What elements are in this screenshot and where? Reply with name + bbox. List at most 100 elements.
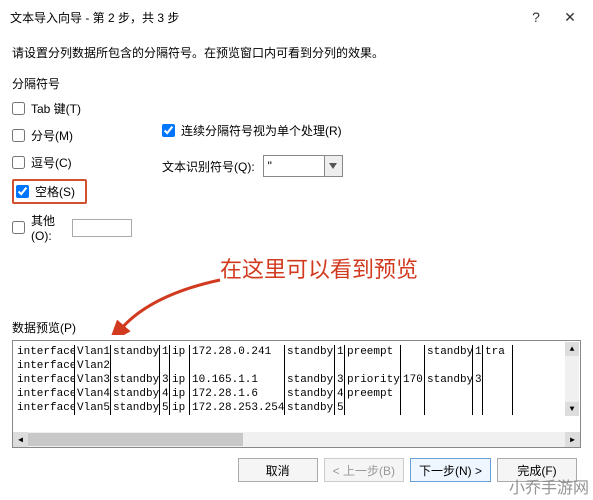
preview-cell: 1: [160, 345, 170, 359]
preview-cell: [111, 359, 160, 373]
delimiters-group: 分隔符号 Tab 键(T) 分号(M) 逗号(C): [12, 75, 581, 245]
preview-cell: 4: [160, 387, 170, 401]
qualifier-combo[interactable]: [263, 155, 343, 177]
preview-cell: interface: [15, 401, 75, 415]
scroll-left-icon[interactable]: ◀: [13, 432, 28, 447]
window-title: 文本导入向导 - 第 2 步，共 3 步: [10, 9, 179, 26]
scroll-down-icon[interactable]: ▼: [565, 402, 579, 416]
finish-button[interactable]: 完成(F): [497, 458, 577, 482]
preview-cell: [345, 359, 401, 373]
preview-cell: standby: [425, 345, 473, 359]
semicolon-label: 分号(M): [31, 127, 73, 144]
preview-cell: Vlan2: [75, 359, 111, 373]
preview-cell: 172.28.0.241: [190, 345, 285, 359]
preview-cell: [345, 401, 401, 415]
preview-cell: [473, 401, 483, 415]
comma-label: 逗号(C): [31, 154, 72, 171]
preview-cell: standby: [111, 401, 160, 415]
other-checkbox-row[interactable]: 其他(O):: [12, 210, 132, 245]
next-button[interactable]: 下一步(N) >: [410, 458, 491, 482]
back-button[interactable]: < 上一步(B): [324, 458, 404, 482]
preview-cell: 170: [401, 373, 425, 387]
close-button[interactable]: ✕: [553, 6, 587, 28]
comma-checkbox-row[interactable]: 逗号(C): [12, 152, 132, 173]
qualifier-input[interactable]: [264, 156, 324, 176]
preview-cell: [483, 373, 513, 387]
space-checkbox-row[interactable]: 空格(S): [12, 179, 87, 204]
preview-cell: [483, 387, 513, 401]
preview-row: interfaceVlan1standby1ip172.28.0.241stan…: [15, 345, 578, 359]
preview-cell: ip: [170, 387, 190, 401]
preview-cell: 3: [335, 373, 345, 387]
hscroll-track[interactable]: [28, 432, 565, 447]
preview-cell: [170, 359, 190, 373]
preview-cell: standby: [285, 401, 335, 415]
comma-checkbox[interactable]: [12, 156, 25, 169]
help-button[interactable]: ?: [519, 6, 553, 28]
chevron-down-icon[interactable]: [324, 156, 342, 176]
consecutive-checkbox-row[interactable]: 连续分隔符号视为单个处理(R): [162, 120, 343, 141]
preview-row: interfaceVlan3standby3ip10.165.1.1standb…: [15, 373, 578, 387]
horizontal-scrollbar[interactable]: ◀ ▶: [13, 432, 580, 447]
preview-cell: standby: [425, 373, 473, 387]
delimiters-heading: 分隔符号: [12, 75, 581, 92]
preview-cell: ip: [170, 373, 190, 387]
space-label: 空格(S): [35, 183, 75, 200]
preview-cell: standby: [111, 387, 160, 401]
preview-cell: 5: [335, 401, 345, 415]
preview-cell: Vlan4: [75, 387, 111, 401]
preview-cell: ip: [170, 345, 190, 359]
preview-cell: [401, 345, 425, 359]
tab-checkbox-row[interactable]: Tab 键(T): [12, 98, 132, 119]
titlebar: 文本导入向导 - 第 2 步，共 3 步 ? ✕: [0, 0, 593, 34]
preview-cell: [473, 387, 483, 401]
preview-cell: [335, 359, 345, 373]
preview-cell: [160, 359, 170, 373]
scroll-right-icon[interactable]: ▶: [565, 432, 580, 447]
preview-row: interfaceVlan4standby4ip172.28.1.6standb…: [15, 387, 578, 401]
vertical-scrollbar[interactable]: ▲ ▼: [565, 342, 579, 416]
preview-cell: [401, 359, 425, 373]
preview-cell: 3: [473, 373, 483, 387]
preview-cell: standby: [285, 373, 335, 387]
wizard-dialog: 文本导入向导 - 第 2 步，共 3 步 ? ✕ 请设置分列数据所包含的分隔符号…: [0, 0, 593, 500]
other-input[interactable]: [72, 219, 132, 237]
preview-cell: 5: [160, 401, 170, 415]
preview-cell: [425, 359, 473, 373]
space-checkbox[interactable]: [16, 185, 29, 198]
consecutive-checkbox[interactable]: [162, 124, 175, 137]
vscroll-track[interactable]: [565, 356, 579, 402]
preview-cell: standby: [111, 373, 160, 387]
preview-cell: [425, 401, 473, 415]
preview-cell: standby: [285, 387, 335, 401]
semicolon-checkbox[interactable]: [12, 129, 25, 142]
hscroll-thumb[interactable]: [28, 433, 243, 446]
dialog-body: 请设置分列数据所包含的分隔符号。在预览窗口内可看到分列的效果。 分隔符号 Tab…: [0, 34, 593, 500]
other-label: 其他(O):: [31, 212, 64, 243]
tab-checkbox[interactable]: [12, 102, 25, 115]
semicolon-checkbox-row[interactable]: 分号(M): [12, 125, 132, 146]
preview-cell: Vlan1: [75, 345, 111, 359]
preview-cell: 1: [335, 345, 345, 359]
other-checkbox[interactable]: [12, 221, 25, 234]
preview-cell: [483, 401, 513, 415]
preview-cell: [473, 359, 483, 373]
preview-cell: [190, 359, 285, 373]
preview-cell: [425, 387, 473, 401]
preview-cell: preempt: [345, 387, 401, 401]
qualifier-label: 文本识别符号(Q):: [162, 158, 255, 175]
scroll-up-icon[interactable]: ▲: [565, 342, 579, 356]
preview-cell: interface: [15, 359, 75, 373]
button-row: 取消 < 上一步(B) 下一步(N) > 完成(F): [12, 448, 581, 492]
preview-cell: interface: [15, 345, 75, 359]
preview-cell: [285, 359, 335, 373]
preview-cell: [483, 359, 513, 373]
preview-cell: 1: [473, 345, 483, 359]
preview-row: interfaceVlan5standby5ip172.28.253.254st…: [15, 401, 578, 415]
tab-label: Tab 键(T): [31, 100, 81, 117]
preview-row: interfaceVlan2: [15, 359, 578, 373]
instruction-text: 请设置分列数据所包含的分隔符号。在预览窗口内可看到分列的效果。: [12, 44, 581, 61]
options-column: 连续分隔符号视为单个处理(R) 文本识别符号(Q):: [162, 98, 343, 245]
cancel-button[interactable]: 取消: [238, 458, 318, 482]
preview-content: interfaceVlan1standby1ip172.28.0.241stan…: [13, 341, 580, 432]
